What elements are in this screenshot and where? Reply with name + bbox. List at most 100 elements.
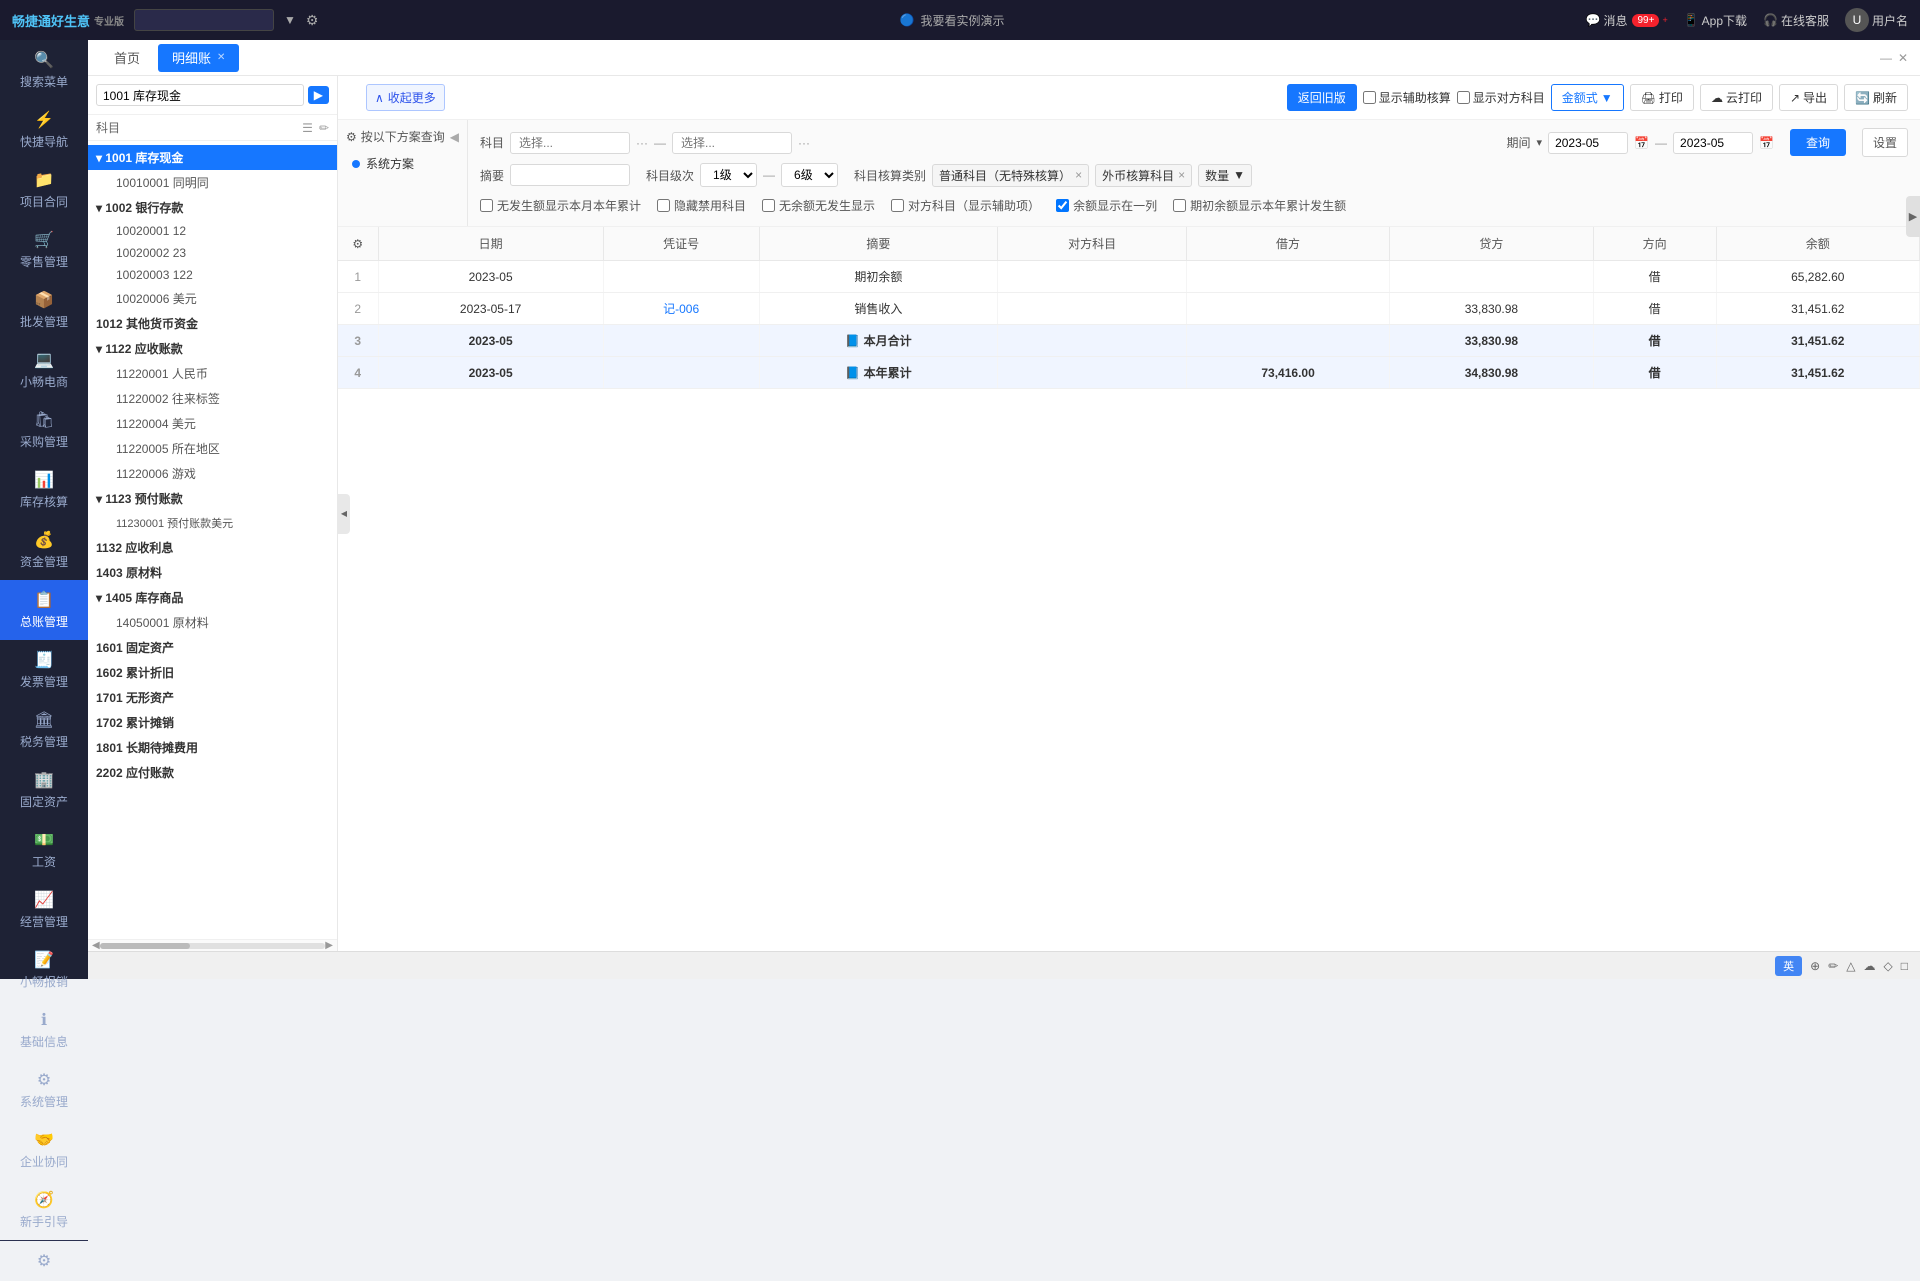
settings-icon[interactable]: ⚙	[306, 12, 319, 29]
sidebar-item-system[interactable]: ⚙ 系统管理	[0, 1060, 88, 1120]
tree-item-10020003[interactable]: 10020003 122	[88, 264, 337, 286]
no-occur-check[interactable]: 无发生额显示本月本年累计	[480, 197, 641, 214]
tree-scroll-right[interactable]: ▶	[325, 940, 333, 951]
window-maximize-icon[interactable]: ✕	[1898, 51, 1908, 65]
sidebar-item-fund[interactable]: 💰 资金管理	[0, 520, 88, 580]
sidebar-item-retail[interactable]: 🛒 零售管理	[0, 220, 88, 280]
dropdown-icon[interactable]: ▼	[284, 13, 296, 27]
tree-item-11220006[interactable]: 11220006 游戏	[88, 461, 337, 486]
tree-item-10020002[interactable]: 10020002 23	[88, 242, 337, 264]
back-old-version-btn[interactable]: 返回旧版	[1287, 84, 1357, 111]
scheme-settings-icon[interactable]: ⚙	[346, 130, 357, 144]
show-begin-check[interactable]: 期初余额显示本年累计发生额	[1173, 197, 1346, 214]
sidebar-item-project[interactable]: 📁 项目合同	[0, 160, 88, 220]
tree-item-11220001[interactable]: 11220001 人民币	[88, 361, 337, 386]
no-occur-checkbox[interactable]	[480, 199, 493, 212]
show-begin-checkbox[interactable]	[1173, 199, 1186, 212]
tree-item-11220002[interactable]: 11220002 往来标签	[88, 386, 337, 411]
show-opposite-checkbox[interactable]	[1457, 91, 1470, 104]
status-icon-1[interactable]: ⊕	[1810, 959, 1820, 973]
window-minimize-icon[interactable]: —	[1880, 51, 1892, 65]
tree-item-11230001[interactable]: 11230001 预付账款美元	[88, 511, 337, 535]
tree-item-14050001[interactable]: 14050001 原材料	[88, 610, 337, 635]
status-translate-btn[interactable]: 英	[1775, 956, 1802, 976]
show-helper-checkbox[interactable]	[1363, 91, 1376, 104]
tree-item-10020006[interactable]: 10020006 美元	[88, 286, 337, 311]
period-end-input[interactable]	[1673, 132, 1753, 154]
export-btn[interactable]: ↗ 导出	[1779, 84, 1838, 111]
sidebar-item-ledger[interactable]: 📋 总账管理	[0, 580, 88, 640]
sidebar-item-operations[interactable]: 📈 经营管理	[0, 880, 88, 940]
status-icon-6[interactable]: □	[1901, 959, 1908, 973]
app-download-item[interactable]: 📱 App下载	[1684, 12, 1747, 29]
tree-scroll-left[interactable]: ◀	[92, 940, 100, 951]
tree-item-1602[interactable]: 1602 累计折旧	[88, 660, 337, 685]
expand-more-btn[interactable]: ∧ 收起更多	[366, 84, 445, 111]
tree-edit-icon[interactable]: ✏	[319, 121, 329, 135]
period-end-calendar-icon[interactable]: 📅	[1759, 136, 1774, 150]
tree-scrollbar-track[interactable]	[100, 943, 326, 949]
system-scheme-item[interactable]: 系统方案	[346, 151, 459, 176]
voucher-link[interactable]: 记-006	[663, 302, 699, 316]
right-collapse-handle[interactable]: ▶	[1906, 196, 1920, 237]
sidebar-item-ecommerce[interactable]: 💻 小畅电商	[0, 340, 88, 400]
subject-end-input[interactable]	[672, 132, 792, 154]
tag-normal-remove[interactable]: ×	[1075, 168, 1082, 182]
sidebar-item-invoice[interactable]: 🧾 发票管理	[0, 640, 88, 700]
no-balance-check[interactable]: 无余额无发生显示	[762, 197, 875, 214]
tree-item-1405[interactable]: ▾ 1405 库存商品	[88, 585, 337, 610]
sidebar-item-search[interactable]: 🔍 搜索菜单	[0, 40, 88, 100]
tree-nav-right-icon[interactable]: ▶	[308, 86, 329, 104]
cloud-print-btn[interactable]: ☁ 云打印	[1700, 84, 1773, 111]
sidebar-item-cooperation[interactable]: 🤝 企业协同	[0, 1120, 88, 1180]
status-icon-4[interactable]: ☁	[1864, 959, 1876, 973]
status-icon-3[interactable]: △	[1846, 959, 1855, 973]
level-end-select[interactable]: 6级5级4级	[781, 163, 838, 187]
query-btn[interactable]: 查询	[1790, 129, 1846, 156]
sidebar-item-wholesale[interactable]: 📦 批发管理	[0, 280, 88, 340]
tree-item-1123[interactable]: ▾ 1123 预付账款	[88, 486, 337, 511]
print-btn[interactable]: 🖨 打印	[1630, 84, 1694, 111]
tree-item-1132[interactable]: 1132 应收利息	[88, 535, 337, 560]
tab-close-icon[interactable]: ✕	[217, 52, 225, 63]
level-start-select[interactable]: 1级2级3级	[700, 163, 757, 187]
hide-disabled-check[interactable]: 隐藏禁用科目	[657, 197, 746, 214]
status-icon-2[interactable]: ✏	[1828, 959, 1838, 973]
tree-item-10020001[interactable]: 10020001 12	[88, 220, 337, 242]
tree-item-1601[interactable]: 1601 固定资产	[88, 635, 337, 660]
no-balance-checkbox[interactable]	[762, 199, 775, 212]
setting-btn[interactable]: 设置	[1862, 128, 1908, 157]
show-balance-checkbox[interactable]	[1056, 199, 1069, 212]
sidebar-item-asset[interactable]: 🏢 固定资产	[0, 760, 88, 820]
status-icon-5[interactable]: ◇	[1884, 959, 1893, 973]
tree-item-11220005[interactable]: 11220005 所在地区	[88, 436, 337, 461]
opposite-subject-check[interactable]: 对方科目（显示辅助项）	[891, 197, 1040, 214]
sidebar-item-inventory[interactable]: 📊 库存核算	[0, 460, 88, 520]
refresh-btn[interactable]: 🔄 刷新	[1844, 84, 1908, 111]
subject-start-input[interactable]	[510, 132, 630, 154]
tree-item-1122[interactable]: ▾ 1122 应收账款	[88, 336, 337, 361]
tag-foreign-remove[interactable]: ×	[1178, 168, 1185, 182]
sidebar-item-tax[interactable]: 🏛 税务管理	[0, 700, 88, 760]
scheme-collapse-icon[interactable]: ◀	[450, 130, 459, 144]
sidebar-item-purchase[interactable]: 🛍 采购管理	[0, 400, 88, 460]
sidebar-settings[interactable]: ⚙	[0, 1240, 88, 1281]
period-calendar-icon[interactable]: 📅	[1634, 136, 1649, 150]
tree-item-1702[interactable]: 1702 累计摊销	[88, 710, 337, 735]
tree-search-input[interactable]	[96, 84, 304, 106]
tree-item-10010001[interactable]: 10010001 同明同	[88, 170, 337, 195]
sidebar-item-guide[interactable]: 🧭 新手引导	[0, 1180, 88, 1240]
tree-item-1001[interactable]: ▾ 1001 库存现金	[88, 145, 337, 170]
show-opposite-check[interactable]: 显示对方科目	[1457, 89, 1545, 106]
amount-format-btn[interactable]: 金额式 ▼	[1551, 84, 1624, 111]
demo-area[interactable]: 🔵 我要看实例演示	[900, 12, 1005, 29]
sidebar-item-smallreport[interactable]: 📝 小畅报销	[0, 940, 88, 1000]
sidebar-item-basic[interactable]: ℹ 基础信息	[0, 1000, 88, 1060]
tab-detail[interactable]: 明细账 ✕	[158, 44, 239, 72]
tree-item-1403[interactable]: 1403 原材料	[88, 560, 337, 585]
tree-item-11220004[interactable]: 11220004 美元	[88, 411, 337, 436]
sidebar-item-salary[interactable]: 💵 工资	[0, 820, 88, 880]
tree-item-1012[interactable]: 1012 其他货币资金	[88, 311, 337, 336]
tree-item-1701[interactable]: 1701 无形资产	[88, 685, 337, 710]
opposite-subject-checkbox[interactable]	[891, 199, 904, 212]
